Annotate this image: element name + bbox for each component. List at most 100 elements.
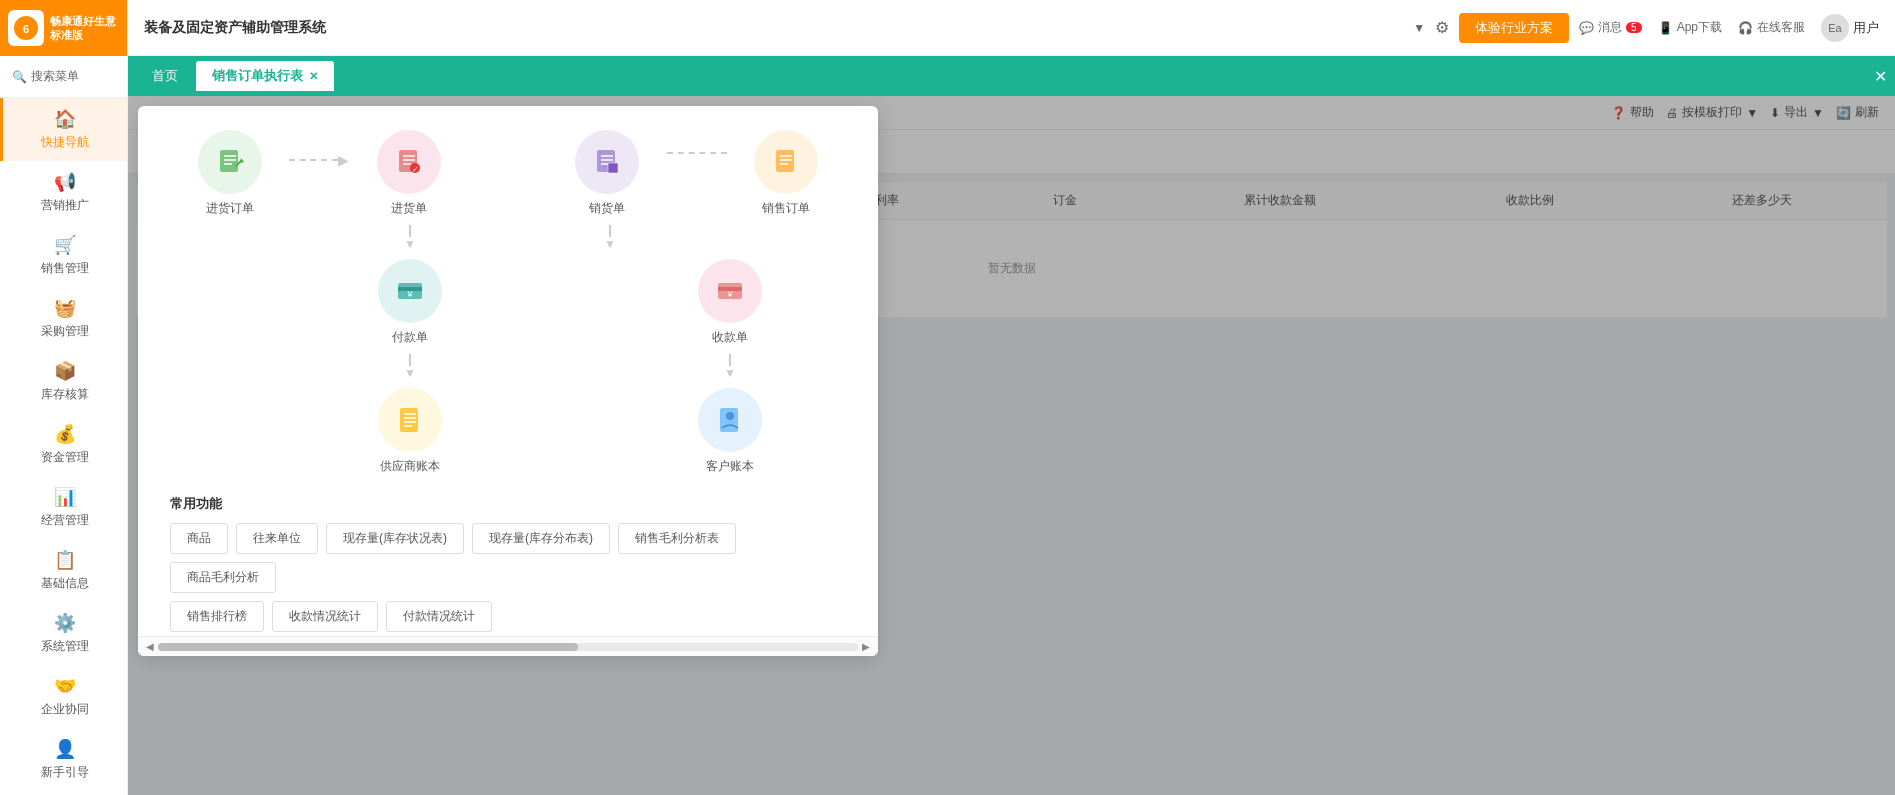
operation-icon: 📊 <box>54 486 76 508</box>
sidebar-item-inventory[interactable]: 📦 库存核算 <box>0 350 127 413</box>
payment-circle: ¥ <box>378 259 442 323</box>
flow-node-sale-order[interactable]: 销售订单 <box>727 130 846 217</box>
sidebar-item-label-sales: 销售管理 <box>41 260 89 277</box>
flow-node-receipt[interactable]: ¥ 收款单 <box>670 259 790 346</box>
common-buttons-row2: 销售排行榜 收款情况统计 付款情况统计 <box>170 601 846 632</box>
system-dropdown-arrow[interactable]: ▼ <box>1413 21 1425 35</box>
sidebar-item-label-newbie: 新手引导 <box>41 764 89 781</box>
common-btn-payment-stats[interactable]: 付款情况统计 <box>386 601 492 632</box>
common-btn-product-profit[interactable]: 商品毛利分析 <box>170 562 276 593</box>
sidebar-item-label-purchase: 采购管理 <box>41 323 89 340</box>
flow-node-purchase-bill[interactable]: ✓ 进货单 <box>349 130 468 217</box>
sidebar-item-label-system: 系统管理 <box>41 638 89 655</box>
sidebar-item-quick-nav[interactable]: 🏠 快捷导航 <box>0 98 127 161</box>
sale-bill-label: 销货单 <box>589 200 625 217</box>
sidebar-item-purchase[interactable]: 🧺 采购管理 <box>0 287 127 350</box>
sidebar-item-enterprise[interactable]: 🤝 企业协同 <box>0 665 127 728</box>
modal-inner: 进货订单 ▶ <box>138 106 878 636</box>
tab-close-icon[interactable]: ✕ <box>309 70 318 83</box>
settings-gear-icon[interactable]: ⚙ <box>1435 18 1449 37</box>
header-actions: 💬 消息 5 📱 App下载 🎧 在线客服 Ea 用户 <box>1579 14 1879 42</box>
svg-marker-6 <box>240 158 244 163</box>
sidebar-item-basic-info[interactable]: 📋 基础信息 <box>0 539 127 602</box>
home-tab-label: 首页 <box>152 67 178 85</box>
common-btn-partner[interactable]: 往来单位 <box>236 523 318 554</box>
flow-arrows-row4: ▼ ▼ <box>170 354 846 380</box>
message-badge: 5 <box>1626 22 1642 33</box>
window-close-btn[interactable]: ✕ <box>1874 67 1887 86</box>
main-area: 装备及固定资产辅助管理系统 ▼ ⚙ 体验行业方案 💬 消息 5 📱 App下载 … <box>128 0 1895 795</box>
svg-text:¥: ¥ <box>726 289 733 299</box>
online-service-btn[interactable]: 🎧 在线客服 <box>1738 19 1805 36</box>
receipt-label: 收款单 <box>712 329 748 346</box>
common-btn-stock-dist[interactable]: 现存量(库存分布表) <box>472 523 610 554</box>
sidebar-item-label-inventory: 库存核算 <box>41 386 89 403</box>
sidebar-item-label-operation: 经营管理 <box>41 512 89 529</box>
flow-row-5: 供应商账本 <box>170 388 846 475</box>
arrow-sale-order-to-bill <box>667 152 727 154</box>
sidebar-search-area[interactable]: 🔍 搜索菜单 <box>0 56 127 98</box>
experience-btn[interactable]: 体验行业方案 <box>1459 13 1569 43</box>
sidebar-item-label-finance: 资金管理 <box>41 449 89 466</box>
supplier-ledger-label: 供应商账本 <box>380 458 440 475</box>
customer-ledger-label: 客户账本 <box>706 458 754 475</box>
flow-node-customer-ledger[interactable]: 客户账本 <box>670 388 790 475</box>
user-avatar-area[interactable]: Ea 用户 <box>1821 14 1879 42</box>
sidebar-item-label-basic-info: 基础信息 <box>41 575 89 592</box>
content-area: ❓ 帮助 🖨 按模板打印 ▼ ⬇ 导出 ▼ 🔄 刷新 <box>128 96 1895 795</box>
tab-sales-order-exec[interactable]: 销售订单执行表 ✕ <box>196 61 334 91</box>
top-header: 装备及固定资产辅助管理系统 ▼ ⚙ 体验行业方案 💬 消息 5 📱 App下载 … <box>128 0 1895 56</box>
flow-node-supplier-ledger[interactable]: 供应商账本 <box>350 388 470 475</box>
app-download-btn[interactable]: 📱 App下载 <box>1658 19 1722 36</box>
system-title: 装备及固定资产辅助管理系统 <box>144 19 1403 37</box>
common-btn-receipt-stats[interactable]: 收款情况统计 <box>272 601 378 632</box>
marketing-icon: 📢 <box>54 171 76 193</box>
svg-point-34 <box>726 412 734 420</box>
sidebar-item-label-marketing: 营销推广 <box>41 197 89 214</box>
scrollbar-track[interactable] <box>158 643 858 651</box>
svg-rect-28 <box>400 408 418 432</box>
scroll-right-btn[interactable]: ▶ <box>862 641 870 652</box>
flow-diagram: 进货订单 ▶ <box>170 130 846 475</box>
download-icon: 📱 <box>1658 21 1673 35</box>
common-btn-sales-profit[interactable]: 销售毛利分析表 <box>618 523 736 554</box>
flow-node-payment[interactable]: ¥ 付款单 <box>350 259 470 346</box>
sidebar-item-sales[interactable]: 🛒 销售管理 <box>0 224 127 287</box>
svg-text:¥: ¥ <box>406 289 413 299</box>
tab-home[interactable]: 首页 <box>136 61 194 91</box>
common-btn-stock-status[interactable]: 现存量(库存状况表) <box>326 523 464 554</box>
basic-info-icon: 📋 <box>54 549 76 571</box>
flow-node-purchase-order[interactable]: 进货订单 <box>170 130 289 217</box>
search-menu-button[interactable]: 🔍 搜索菜单 <box>8 64 119 89</box>
tab-bar: 首页 销售订单执行表 ✕ ✕ <box>128 56 1895 96</box>
app-download-label: App下载 <box>1677 19 1722 36</box>
sidebar-item-system[interactable]: ⚙️ 系统管理 <box>0 602 127 665</box>
quick-nav-icon: 🏠 <box>54 108 76 130</box>
sale-bill-circle <box>575 130 639 194</box>
sidebar-item-finance[interactable]: 💰 资金管理 <box>0 413 127 476</box>
common-btn-product[interactable]: 商品 <box>170 523 228 554</box>
flow-row-1: 进货订单 ▶ <box>170 130 846 217</box>
message-label: 消息 <box>1598 19 1622 36</box>
arrow-purchase-order-to-bill: ▶ <box>289 152 349 168</box>
common-btn-sales-rank[interactable]: 销售排行榜 <box>170 601 264 632</box>
purchase-bill-circle: ✓ <box>377 130 441 194</box>
flow-node-sale-bill[interactable]: 销货单 <box>548 130 667 217</box>
sidebar-item-marketing[interactable]: 📢 营销推广 <box>0 161 127 224</box>
flow-arrows-row2: ▼ ▼ <box>170 225 846 251</box>
message-btn[interactable]: 💬 消息 5 <box>1579 19 1642 36</box>
purchase-icon: 🧺 <box>54 297 76 319</box>
logo-text: 畅康通好生意 标准版 <box>50 14 116 43</box>
sidebar-item-newbie[interactable]: 👤 新手引导 <box>0 728 127 791</box>
scrollbar-thumb[interactable] <box>158 643 578 651</box>
user-label: 用户 <box>1853 19 1879 37</box>
sales-icon: 🛒 <box>54 234 76 256</box>
scroll-left-btn[interactable]: ◀ <box>146 641 154 652</box>
arrow-down-sale: ▼ <box>550 225 670 251</box>
sidebar-nav: 🏠 快捷导航 📢 营销推广 🛒 销售管理 🧺 采购管理 📦 库存核算 💰 <box>0 98 127 795</box>
receipt-circle: ¥ <box>698 259 762 323</box>
sale-order-label: 销售订单 <box>762 200 810 217</box>
modal-overlay[interactable]: 进货订单 ▶ <box>128 96 1895 795</box>
sidebar-item-operation[interactable]: 📊 经营管理 <box>0 476 127 539</box>
search-menu-label: 搜索菜单 <box>31 68 79 85</box>
